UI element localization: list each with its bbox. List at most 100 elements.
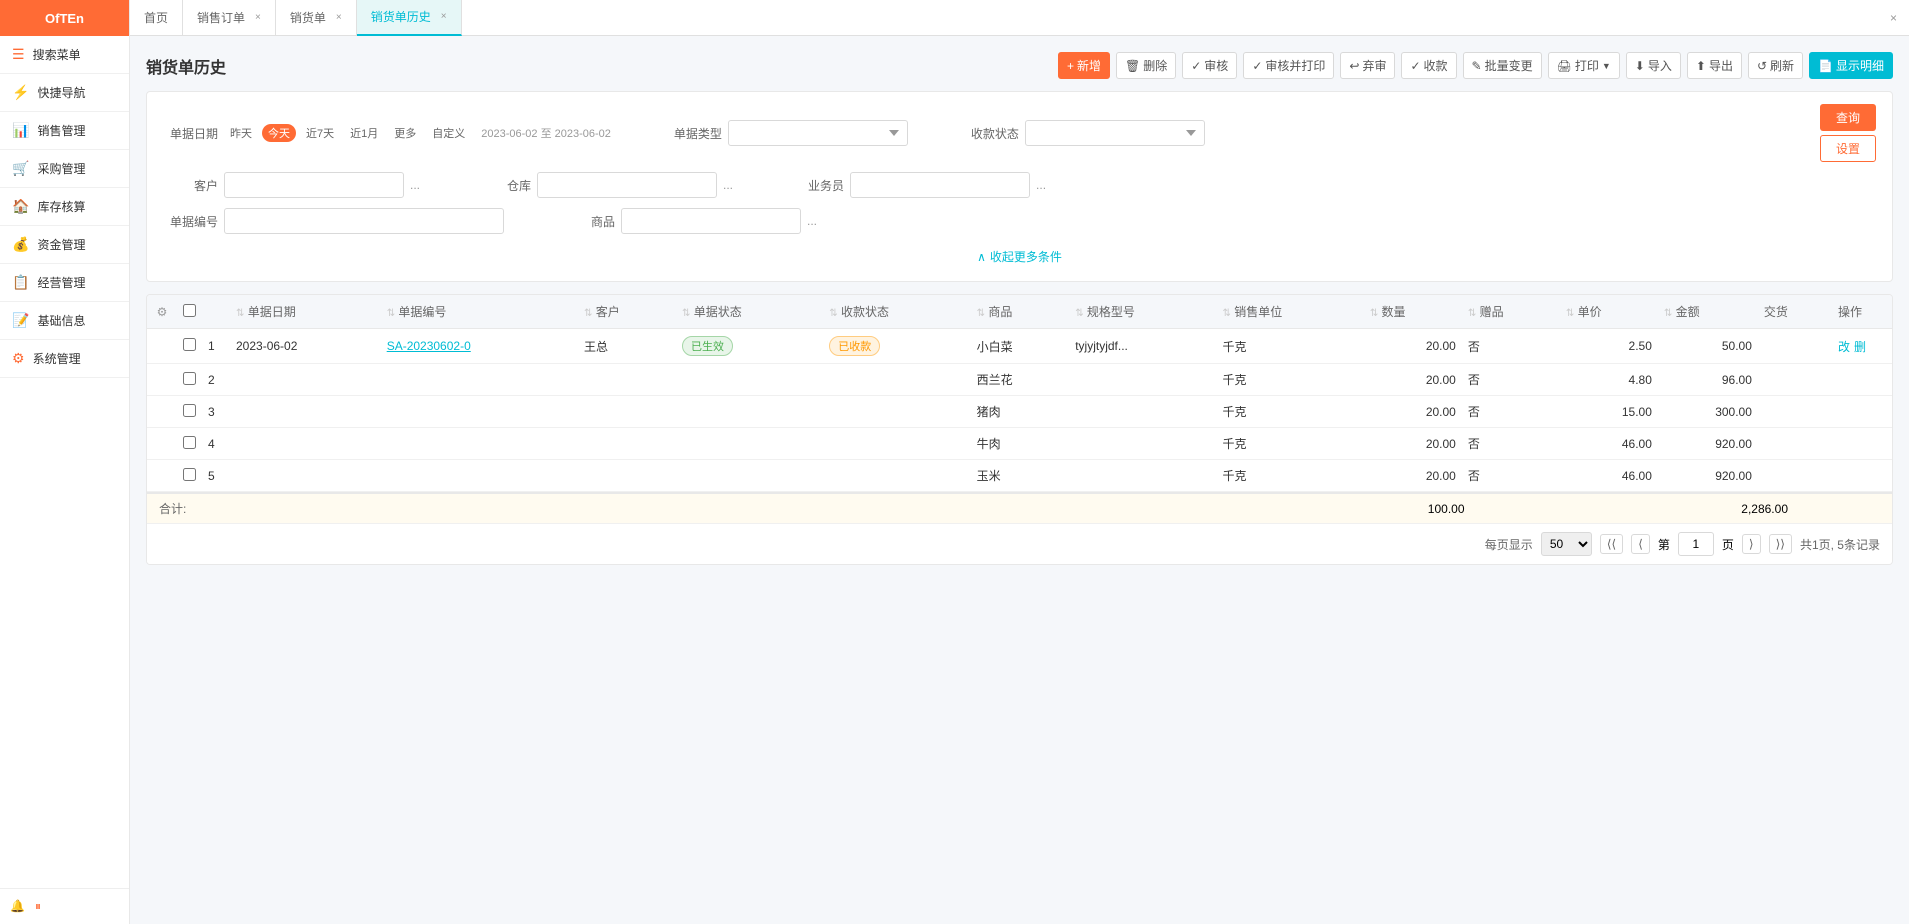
select-all-checkbox[interactable]	[183, 304, 196, 317]
col-goods[interactable]: ⇅ 商品	[971, 295, 1070, 329]
sidebar-item-label: 基础信息	[37, 312, 85, 329]
print-dropdown-icon: ▼	[1602, 61, 1611, 71]
warehouse-input[interactable]	[537, 172, 717, 198]
doc-num-input[interactable]	[224, 208, 504, 234]
export-button[interactable]: ⬆ 导出	[1687, 52, 1742, 79]
first-page-button[interactable]: ⟨⟨	[1600, 534, 1623, 554]
delete-button[interactable]: 🗑 删除	[1116, 52, 1176, 79]
pause-icon[interactable]: ⏸	[35, 899, 41, 914]
col-amount[interactable]: ⇅ 金额	[1658, 295, 1758, 329]
col-price[interactable]: ⇅ 单价	[1560, 295, 1658, 329]
sidebar-item-finance-mgmt[interactable]: 💰 资金管理	[0, 226, 129, 264]
salesman-input[interactable]	[850, 172, 1030, 198]
date-tag-more[interactable]: 更多	[388, 124, 422, 142]
sidebar-item-basic-info[interactable]: 📝 基础信息	[0, 302, 129, 340]
collect-button[interactable]: ✓ 收款	[1401, 52, 1456, 79]
tab-sales-goods-close[interactable]: ×	[336, 12, 342, 23]
row-checkbox[interactable]	[183, 436, 196, 449]
date-tag-1month[interactable]: 近1月	[344, 124, 384, 142]
prev-page-button[interactable]: ⟨	[1631, 534, 1650, 554]
import-button[interactable]: ⬇ 导入	[1626, 52, 1681, 79]
row-checkbox[interactable]	[183, 404, 196, 417]
batch-change-button[interactable]: ✎ 批量变更	[1463, 52, 1542, 79]
refresh-button[interactable]: ↺ 刷新	[1748, 52, 1803, 79]
col-docnum[interactable]: ⇅ 单据编号	[381, 295, 578, 329]
sidebar-item-purchase-mgmt[interactable]: 🛒 采购管理	[0, 150, 129, 188]
row-checkbox[interactable]	[183, 468, 196, 481]
delete-action[interactable]: 删	[1854, 340, 1866, 354]
cell-spec	[1069, 396, 1216, 428]
tab-home[interactable]: 首页	[130, 0, 183, 36]
sidebar-item-inventory[interactable]: 🏠 库存核算	[0, 188, 129, 226]
show-detail-button[interactable]: 📄 显示明细	[1809, 52, 1893, 79]
main-area: 首页 销售订单 × 销货单 × 销货单历史 × × 销货单历史 + 新增	[130, 0, 1909, 924]
new-icon: +	[1067, 59, 1074, 73]
sort-icon: ⇅	[1223, 308, 1231, 319]
date-tag-custom[interactable]: 自定义	[426, 124, 471, 142]
row-checkbox[interactable]	[183, 372, 196, 385]
date-tag-7days[interactable]: 近7天	[300, 124, 340, 142]
gear-icon[interactable]: ⚙	[157, 305, 168, 319]
audit-button[interactable]: ✓ 审核	[1182, 52, 1237, 79]
table-row: 3 猪肉 千克 20.00 否 15.00 300.00	[147, 396, 1892, 428]
page-title: 销货单历史	[146, 54, 226, 78]
settings-button[interactable]: 设置	[1820, 135, 1876, 162]
tab-sales-history-close[interactable]: ×	[441, 11, 447, 22]
row-checkbox[interactable]	[183, 338, 196, 351]
sidebar-item-quick-nav[interactable]: ⚡ 快捷导航	[0, 74, 129, 112]
col-collectstatus[interactable]: ⇅ 收款状态	[823, 295, 970, 329]
last-page-button[interactable]: ⟩⟩	[1769, 534, 1792, 554]
tab-sales-history[interactable]: 销货单历史 ×	[357, 0, 462, 36]
edit-action[interactable]: 改	[1838, 340, 1850, 354]
cell-price: 4.80	[1560, 364, 1658, 396]
next-page-button[interactable]: ⟩	[1742, 534, 1761, 554]
cell-docnum	[381, 396, 578, 428]
doc-type-select[interactable]	[728, 120, 908, 146]
per-page-select[interactable]: 50 100	[1541, 532, 1592, 556]
salesman-dots[interactable]: ...	[1036, 178, 1046, 192]
tab-sales-order[interactable]: 销售订单 ×	[183, 0, 276, 36]
col-customer[interactable]: ⇅ 客户	[578, 295, 676, 329]
date-tag-today[interactable]: 今天	[262, 124, 296, 142]
footer-cells: 100.00 2,286.00	[279, 502, 1880, 516]
doc-num-link[interactable]: SA-20230602-0	[387, 339, 471, 353]
tab-bar-close[interactable]: ×	[1878, 11, 1909, 25]
tab-bar: 首页 销售订单 × 销货单 × 销货单历史 × ×	[130, 0, 1909, 36]
warehouse-dots[interactable]: ...	[723, 178, 733, 192]
customer-dots[interactable]: ...	[410, 178, 420, 192]
collapse-button[interactable]: ∧ 收起更多条件	[965, 244, 1074, 269]
cell-docnum	[381, 364, 578, 396]
date-tag-yesterday[interactable]: 昨天	[224, 124, 258, 142]
page-number-input[interactable]	[1678, 532, 1714, 556]
cell-goods: 玉米	[971, 460, 1070, 492]
page-unit: 页	[1722, 536, 1734, 553]
sidebar-item-ops-mgmt[interactable]: 📋 经营管理	[0, 264, 129, 302]
col-date[interactable]: ⇅ 单据日期	[230, 295, 381, 329]
new-button[interactable]: + 新增	[1058, 52, 1110, 79]
customer-input[interactable]	[224, 172, 404, 198]
discard-button[interactable]: ↩ 弃审	[1340, 52, 1395, 79]
col-spec[interactable]: ⇅ 规格型号	[1069, 295, 1216, 329]
col-gift[interactable]: ⇅ 赠品	[1462, 295, 1560, 329]
sidebar-item-sys-mgmt[interactable]: ⚙ 系统管理	[0, 340, 129, 378]
sort-icon: ⇅	[829, 308, 837, 319]
filter-panel: 单据日期 昨天 今天 近7天 近1月 更多 自定义 2023-06-02 至 2…	[146, 91, 1893, 282]
collect-status-select[interactable]	[1025, 120, 1205, 146]
cell-price: 15.00	[1560, 396, 1658, 428]
sidebar-item-sales-mgmt[interactable]: 📊 销售管理	[0, 112, 129, 150]
tab-sales-goods[interactable]: 销货单 ×	[276, 0, 357, 36]
audit-print-button[interactable]: ✓ 审核并打印	[1243, 52, 1334, 79]
print-button[interactable]: 🖨 打印 ▼	[1548, 52, 1620, 79]
col-docstatus[interactable]: ⇅ 单据状态	[676, 295, 823, 329]
col-qty[interactable]: ⇅ 数量	[1364, 295, 1462, 329]
cell-date	[230, 428, 381, 460]
sidebar-item-search-menu[interactable]: ☰ 搜索菜单	[0, 36, 129, 74]
col-unit[interactable]: ⇅ 销售单位	[1217, 295, 1364, 329]
cell-docstatus	[676, 428, 823, 460]
goods-input[interactable]	[621, 208, 801, 234]
query-button[interactable]: 查询	[1820, 104, 1876, 131]
notification-icon[interactable]: 🔔	[10, 899, 25, 914]
page-header: 销货单历史 + 新增 🗑 删除 ✓ 审核 ✓ 审核并打印	[146, 52, 1893, 79]
tab-sales-order-close[interactable]: ×	[255, 12, 261, 23]
goods-dots[interactable]: ...	[807, 214, 817, 228]
